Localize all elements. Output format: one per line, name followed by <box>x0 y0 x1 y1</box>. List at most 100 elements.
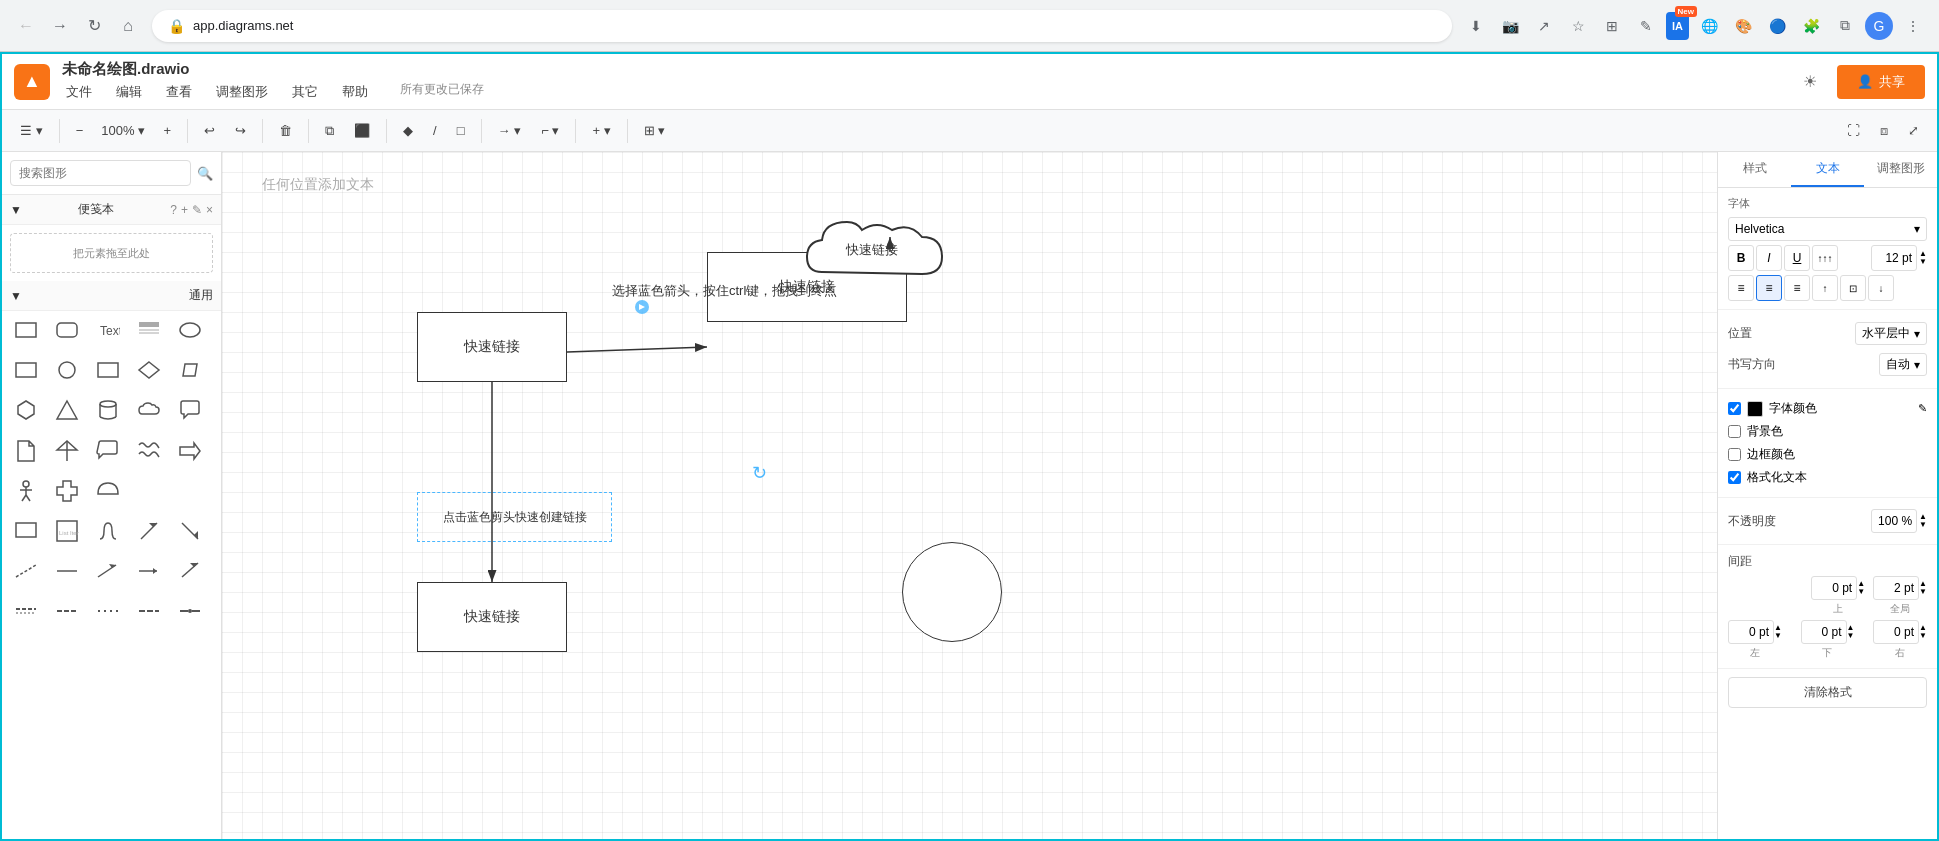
align-center-button[interactable]: ≡ <box>1756 275 1782 301</box>
font-size-input[interactable] <box>1871 245 1917 271</box>
grid-icon[interactable]: ⊞ <box>1598 12 1626 40</box>
shape-arrow-small3[interactable] <box>174 555 206 587</box>
underline-button[interactable]: U <box>1784 245 1810 271</box>
add-action[interactable]: + <box>181 203 188 217</box>
tab-adjust[interactable]: 调整图形 <box>1864 152 1937 187</box>
opacity-input[interactable] <box>1871 509 1917 533</box>
italic-button[interactable]: I <box>1756 245 1782 271</box>
shape-rect-small[interactable] <box>10 515 42 547</box>
shape-semicircle[interactable] <box>92 475 124 507</box>
shape-ellipse[interactable] <box>174 315 206 347</box>
more-icon[interactable]: ⋮ <box>1899 12 1927 40</box>
paste-button[interactable]: ⬛ <box>346 116 378 146</box>
shape-s-curve[interactable] <box>92 515 124 547</box>
shape-arrow-right[interactable] <box>174 435 206 467</box>
table-button[interactable]: ⊞ ▾ <box>636 116 674 146</box>
extension5-icon[interactable]: 🧩 <box>1797 12 1825 40</box>
waypoint-button[interactable]: ⌐ ▾ <box>533 116 567 146</box>
fullscreen-button[interactable]: ⛶ <box>1839 116 1868 146</box>
line-color-button[interactable]: / <box>425 116 445 146</box>
shape-arrow-diag2[interactable] <box>174 515 206 547</box>
search-input[interactable] <box>10 160 191 186</box>
valign-bottom-button[interactable]: ↓ <box>1868 275 1894 301</box>
shape-dashed4[interactable] <box>92 595 124 627</box>
share-icon[interactable]: ↗ <box>1530 12 1558 40</box>
shape-arrow-small1[interactable] <box>92 555 124 587</box>
spacing-global-input[interactable] <box>1873 576 1919 600</box>
diagram-box3[interactable]: 快速链接 <box>417 582 567 652</box>
profile-icon[interactable]: G <box>1865 12 1893 40</box>
spacing-global-down[interactable]: ▼ <box>1919 588 1927 596</box>
address-bar[interactable]: 🔒 app.diagrams.net <box>152 10 1452 42</box>
border-color-checkbox[interactable] <box>1728 448 1741 461</box>
bold-button[interactable]: B <box>1728 245 1754 271</box>
extension2-icon[interactable]: 🌐 <box>1695 12 1723 40</box>
insert-button[interactable]: + ▾ <box>584 116 618 146</box>
shape-triangle2[interactable] <box>51 435 83 467</box>
screenshot-icon[interactable]: 📷 <box>1496 12 1524 40</box>
menu-edit[interactable]: 编辑 <box>112 81 146 103</box>
spacing-top-down[interactable]: ▼ <box>1857 588 1865 596</box>
valign-top-button[interactable]: ↑ <box>1812 275 1838 301</box>
settings-button[interactable]: ☀ <box>1795 67 1825 97</box>
shape-circle[interactable] <box>51 355 83 387</box>
share-button[interactable]: 👤 共享 <box>1837 65 1925 99</box>
bookmark-icon[interactable]: ☆ <box>1564 12 1592 40</box>
edit-action[interactable]: ✎ <box>192 203 202 217</box>
shape-line1[interactable] <box>51 555 83 587</box>
delete-button[interactable]: 🗑 <box>271 116 300 146</box>
bg-color-checkbox[interactable] <box>1728 425 1741 438</box>
extension4-icon[interactable]: 🔵 <box>1763 12 1791 40</box>
font-size-down[interactable]: ▼ <box>1919 258 1927 266</box>
shape-arrow-diag1[interactable] <box>133 515 165 547</box>
font-color-edit-icon[interactable]: ✎ <box>1918 402 1927 415</box>
tab-style[interactable]: 样式 <box>1718 152 1791 187</box>
superscript-button[interactable]: ↑↑↑ <box>1812 245 1838 271</box>
shape-outline-button[interactable]: □ <box>449 116 473 146</box>
spacing-bottom-down[interactable]: ▼ <box>1847 632 1855 640</box>
shape-speech-bubble[interactable] <box>174 395 206 427</box>
copy-button[interactable]: ⧉ <box>317 116 342 146</box>
shape-diamond[interactable] <box>133 355 165 387</box>
shape-dashed3[interactable] <box>51 595 83 627</box>
shape-page[interactable] <box>10 435 42 467</box>
zoom-level-button[interactable]: 100% ▾ <box>93 116 153 146</box>
menu-file[interactable]: 文件 <box>62 81 96 103</box>
tab-text[interactable]: 文本 <box>1791 152 1864 187</box>
shape-heading[interactable] <box>133 315 165 347</box>
refresh-icon[interactable]: ↻ <box>752 462 767 484</box>
shape-speech2[interactable] <box>92 435 124 467</box>
font-selector[interactable]: Helvetica ▾ <box>1728 217 1927 241</box>
sidebar-toggle-button[interactable]: ☰ ▾ <box>12 116 51 146</box>
forward-button[interactable]: → <box>46 12 74 40</box>
shape-person[interactable] <box>10 475 42 507</box>
menu-view[interactable]: 查看 <box>162 81 196 103</box>
pen-icon[interactable]: ✎ <box>1632 12 1660 40</box>
shape-dashed1[interactable] <box>10 555 42 587</box>
spacing-top-input[interactable] <box>1811 576 1857 600</box>
spacing-left-input[interactable] <box>1728 620 1774 644</box>
shape-rect3[interactable] <box>92 355 124 387</box>
writing-direction-select[interactable]: 自动 ▾ <box>1879 353 1927 376</box>
window-icon[interactable]: ⧉ <box>1831 12 1859 40</box>
valign-middle-button[interactable]: ⊡ <box>1840 275 1866 301</box>
close-action[interactable]: × <box>206 203 213 217</box>
canvas-area[interactable]: 任何位置添加文本 快速链接 快速链接 快速链接 <box>222 152 1717 839</box>
help-action[interactable]: ? <box>170 203 177 217</box>
shape-dashed5[interactable] <box>133 595 165 627</box>
position-select[interactable]: 水平层中 ▾ <box>1855 322 1927 345</box>
opacity-down[interactable]: ▼ <box>1919 521 1927 529</box>
shape-rounded-rect[interactable] <box>51 315 83 347</box>
shape-triangle[interactable] <box>51 395 83 427</box>
align-right-button[interactable]: ≡ <box>1784 275 1810 301</box>
notepad-section-header[interactable]: ▼ 便笺本 ? + ✎ × <box>2 195 221 225</box>
spacing-right-down[interactable]: ▼ <box>1919 632 1927 640</box>
zoom-in-button[interactable]: + <box>155 116 179 146</box>
back-button[interactable]: ← <box>12 12 40 40</box>
download-icon[interactable]: ⬇ <box>1462 12 1490 40</box>
redo-button[interactable]: ↪ <box>227 116 254 146</box>
shape-rect[interactable] <box>10 315 42 347</box>
reload-button[interactable]: ↻ <box>80 12 108 40</box>
shape-rect2[interactable] <box>10 355 42 387</box>
zoom-out-button[interactable]: − <box>68 116 92 146</box>
